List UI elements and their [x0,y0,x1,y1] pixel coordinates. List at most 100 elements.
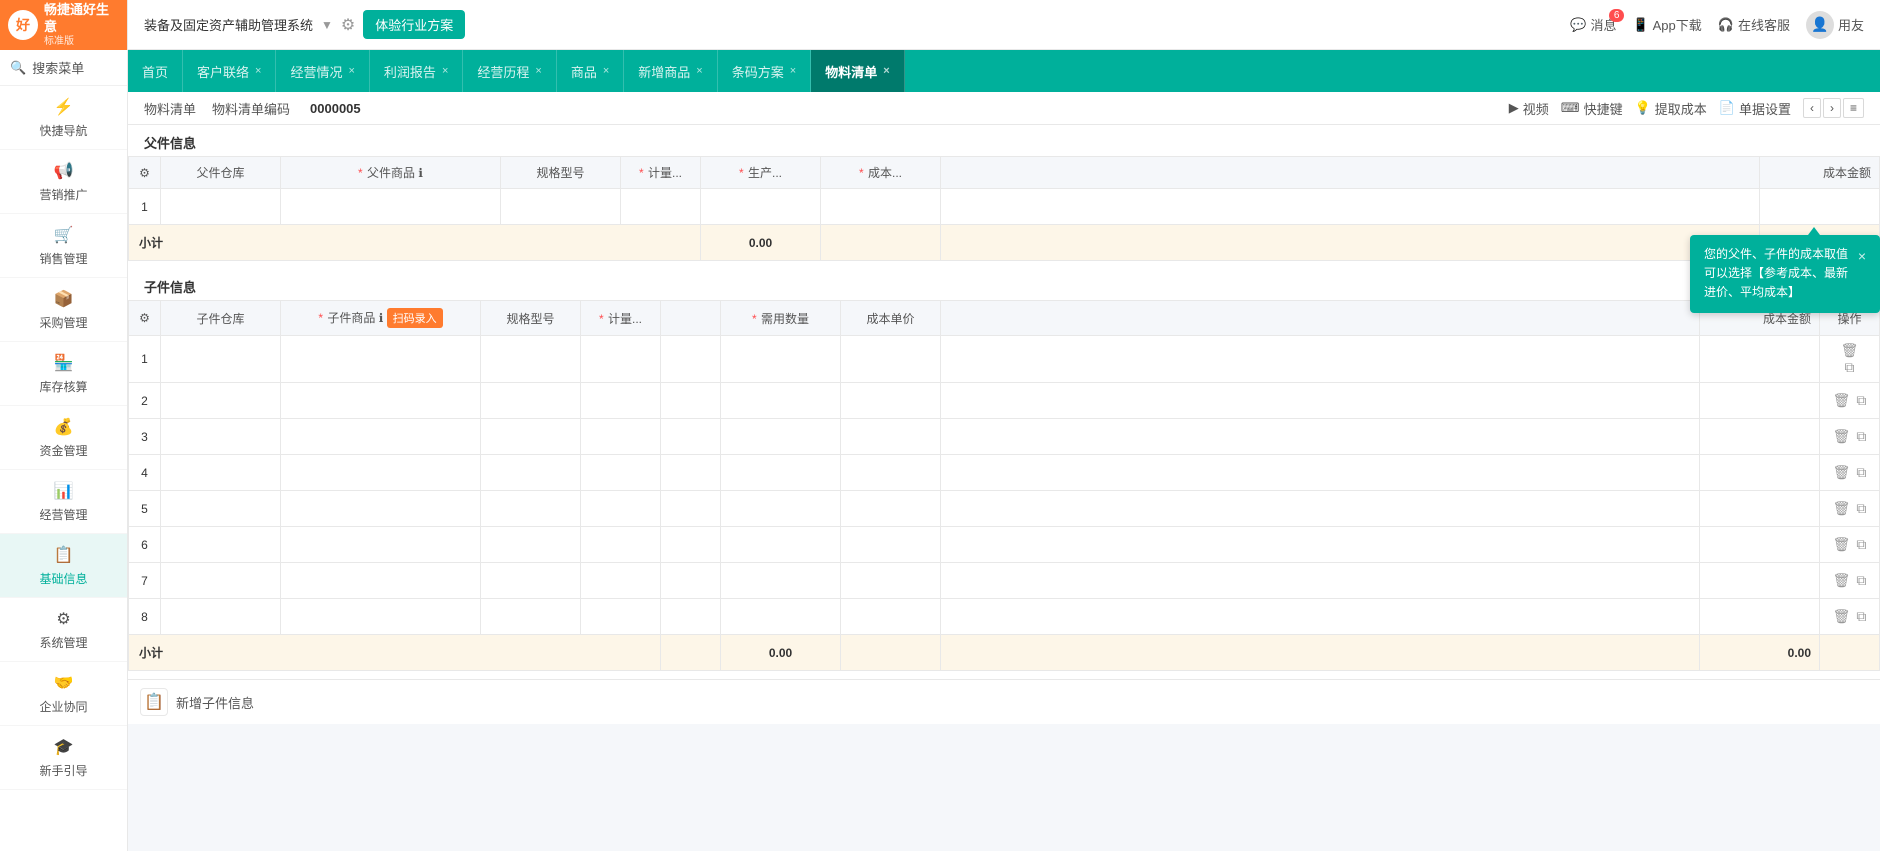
copy-icon-8[interactable]: ⧉ [1856,608,1866,624]
quick-nav-icon: ⚡ [53,96,75,118]
child-col-gear[interactable]: ⚙ [129,301,161,336]
parent-cell-spacer-1 [941,189,1760,225]
child-cell-warehouse-1[interactable] [161,336,281,383]
tab-close-products[interactable]: × [603,65,609,77]
sidebar-item-guide[interactable]: 🎓 新手引导 [0,726,127,790]
parent-subtotal-row: 小计 0.00 0.00 [129,225,1880,261]
parent-col-gear[interactable]: ⚙ [129,157,161,189]
tab-bizhistory[interactable]: 经营历程 × [463,50,556,92]
copy-icon-7[interactable]: ⧉ [1856,572,1866,588]
sidebar-item-system[interactable]: ⚙ 系统管理 [0,598,127,662]
sidebar-item-purchase[interactable]: 📦 采购管理 [0,278,127,342]
parent-cell-unit-1[interactable] [621,189,701,225]
add-child-icon[interactable]: 📋 [140,688,168,716]
bottom-bar: 📋 新增子件信息 [128,679,1880,724]
delete-icon-1[interactable]: 🗑 [1841,342,1859,358]
child-cell-spec-1[interactable] [481,336,581,383]
tab-operations[interactable]: 经营情况 × [276,50,369,92]
tab-home[interactable]: 首页 [128,50,183,92]
child-subtotal-label: 小计 [129,635,661,671]
message-badge: 6 [1609,9,1625,22]
parent-cell-product-1[interactable] [281,189,501,225]
delete-icon-8[interactable]: 🗑 [1833,608,1851,624]
child-row-7: 7 🗑⧉ [129,563,1880,599]
app-download-icon: 📱 [1632,17,1648,33]
tab-close-bom[interactable]: × [883,65,889,77]
user-item[interactable]: 👤 用友 [1806,11,1864,39]
parent-cell-cost-1[interactable] [821,189,941,225]
add-child-label: 新增子件信息 [176,693,254,712]
shortcut-action[interactable]: ⌨ 快捷键 [1561,99,1623,118]
child-cell-amount-1[interactable] [1700,336,1820,383]
online-service-item[interactable]: 🎧 在线客服 [1718,15,1790,34]
delete-icon-5[interactable]: 🗑 [1833,500,1851,516]
tooltip-text: 您的父件、子件的成本取值可以选择【参考成本、最新进价、平均成本】 [1704,247,1848,299]
copy-icon-6[interactable]: ⧉ [1856,536,1866,552]
child-cell-ops-1: 🗑 ⧉ [1820,336,1880,383]
view-action[interactable]: ▶ 视频 [1509,99,1549,118]
search-menu[interactable]: 🔍 搜索菜单 [0,50,127,86]
tab-close-barcode[interactable]: × [790,65,796,77]
copy-icon-2[interactable]: ⧉ [1856,392,1866,408]
parent-cell-spec-1[interactable] [501,189,621,225]
sidebar-item-quick-nav[interactable]: ⚡ 快捷导航 [0,86,127,150]
tab-bom[interactable]: 物料清单 × [811,50,904,92]
sidebar-item-inventory[interactable]: 🏪 库存核算 [0,342,127,406]
copy-icon-3[interactable]: ⧉ [1856,428,1866,444]
sidebar: 好 畅捷通好生意 标准版 🔍 搜索菜单 ⚡ 快捷导航 📢 营销推广 🛒 销售管理… [0,0,128,851]
child-cell-unitcost-1[interactable] [841,336,941,383]
child-col-warehouse: 子件仓库 [161,301,281,336]
child-cell-unit-1[interactable] [581,336,661,383]
child-row-1: 1 🗑 ⧉ [129,336,1880,383]
sidebar-item-sales[interactable]: 🛒 销售管理 [0,214,127,278]
parent-cell-cost-amount-1[interactable] [1760,189,1880,225]
prev-btn[interactable]: ‹ [1803,98,1821,118]
delete-icon-3[interactable]: 🗑 [1833,428,1851,444]
parent-cell-warehouse-1[interactable] [161,189,281,225]
operations-icon: 📊 [53,480,75,502]
tab-close-customers[interactable]: × [255,65,261,77]
delete-icon-7[interactable]: 🗑 [1833,572,1851,588]
tab-close-bizhistory[interactable]: × [535,65,541,77]
tab-newproduct[interactable]: 新增商品 × [624,50,717,92]
tab-close-profit[interactable]: × [442,65,448,77]
child-row-8: 8 🗑⧉ [129,599,1880,635]
tab-close-operations[interactable]: × [348,65,354,77]
child-cell-product-1[interactable] [281,336,481,383]
tab-barcode[interactable]: 条码方案 × [718,50,811,92]
gear-icon[interactable]: ⚙ [341,15,355,35]
single-settings-action[interactable]: 📄 单据设置 [1719,99,1791,118]
sidebar-item-finance[interactable]: 💰 资金管理 [0,406,127,470]
copy-icon-4[interactable]: ⧉ [1856,464,1866,480]
parent-subtotal-label: 小计 [129,225,701,261]
sidebar-item-marketing[interactable]: 📢 营销推广 [0,150,127,214]
tooltip-close-btn[interactable]: × [1858,245,1866,267]
tab-close-newproduct[interactable]: × [696,65,702,77]
purchase-icon: 📦 [53,288,75,310]
trial-button[interactable]: 体验行业方案 [363,10,465,39]
parent-row-num-1: 1 [129,189,161,225]
list-view-btn[interactable]: ≡ [1843,98,1864,118]
copy-icon-5[interactable]: ⧉ [1856,500,1866,516]
tab-customers[interactable]: 客户联络 × [183,50,276,92]
extract-cost-action[interactable]: 💡 提取成本 [1635,99,1707,118]
child-cell-spacer-1 [661,336,721,383]
bom-code-value: 0000005 [310,101,361,116]
parent-cell-produce-1[interactable] [701,189,821,225]
delete-icon-6[interactable]: 🗑 [1833,536,1851,552]
next-btn[interactable]: › [1823,98,1841,118]
delete-icon-2[interactable]: 🗑 [1833,392,1851,408]
message-item[interactable]: 💬 消息 6 [1570,15,1616,34]
delete-icon-4[interactable]: 🗑 [1833,464,1851,480]
content-inner: × 您的父件、子件的成本取值可以选择【参考成本、最新进价、平均成本】 父件信息 … [128,125,1880,724]
app-download-item[interactable]: 📱 App下载 [1632,15,1701,34]
child-cell-qty-1[interactable] [721,336,841,383]
system-dropdown-icon[interactable]: ▼ [321,18,333,32]
tab-products[interactable]: 商品 × [557,50,624,92]
copy-icon-1[interactable]: ⧉ [1845,359,1855,375]
sidebar-item-operations[interactable]: 📊 经营管理 [0,470,127,534]
tab-profit[interactable]: 利润报告 × [370,50,463,92]
sidebar-item-enterprise[interactable]: 🤝 企业协同 [0,662,127,726]
scan-input-btn[interactable]: 扫码录入 [387,308,443,328]
sidebar-item-basic[interactable]: 📋 基础信息 [0,534,127,598]
